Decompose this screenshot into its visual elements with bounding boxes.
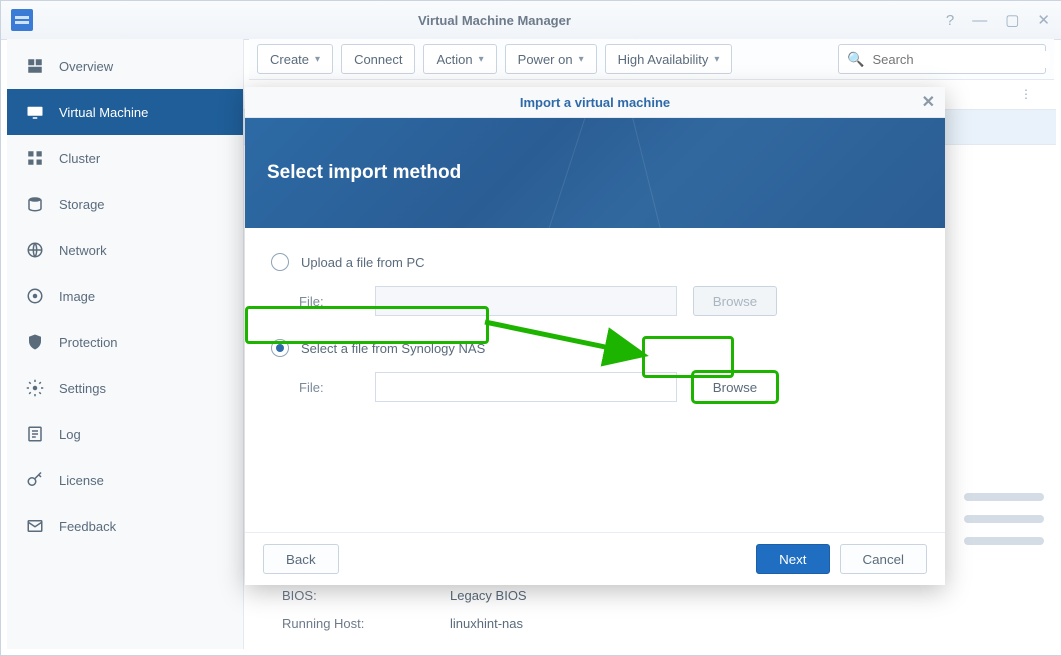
sidebar-item-feedback[interactable]: Feedback [7, 503, 243, 549]
sidebar-item-label: Protection [59, 335, 118, 350]
log-icon [25, 424, 45, 444]
sidebar-item-image[interactable]: Image [7, 273, 243, 319]
dialog-title-bar: Import a virtual machine ✕ [245, 87, 945, 118]
file-row-nas: File: Browse [299, 372, 919, 402]
sidebar-item-label: Log [59, 427, 81, 442]
vm-icon [25, 102, 45, 122]
sidebar-item-label: Storage [59, 197, 105, 212]
sidebar-item-cluster[interactable]: Cluster [7, 135, 243, 181]
radio-unchecked-icon[interactable] [271, 253, 289, 271]
search-box[interactable]: 🔍 [838, 44, 1046, 74]
sidebar-item-label: Settings [59, 381, 106, 396]
running-host-value: linuxhint-nas [450, 616, 523, 631]
search-input[interactable] [870, 51, 1050, 68]
option-label: Select a file from Synology NAS [301, 341, 485, 356]
dialog-footer: Back Next Cancel [245, 532, 945, 585]
window-controls: ? — ▢ ✕ [946, 11, 1050, 29]
vm-status-bars [964, 479, 1044, 559]
browse-nas-button[interactable]: Browse [693, 372, 777, 402]
shield-icon [25, 332, 45, 352]
search-icon: 🔍 [847, 51, 864, 68]
sidebar-item-label: Feedback [59, 519, 116, 534]
power-on-button[interactable]: Power on ▾ [505, 44, 597, 74]
button-label: Power on [518, 52, 573, 67]
app-window: Virtual Machine Manager ? — ▢ ✕ Overview… [0, 0, 1061, 656]
image-icon [25, 286, 45, 306]
dialog-close-button[interactable]: ✕ [922, 92, 935, 112]
sidebar-item-overview[interactable]: Overview [7, 43, 243, 89]
sidebar-item-label: Cluster [59, 151, 100, 166]
browse-pc-button: Browse [693, 286, 777, 316]
create-button[interactable]: Create ▾ [257, 44, 333, 74]
network-icon [25, 240, 45, 260]
running-host-label: Running Host: [282, 616, 450, 631]
file-input-pc [375, 286, 677, 316]
option-select-from-nas[interactable]: Select a file from Synology NAS [271, 334, 919, 362]
sidebar-item-label: Network [59, 243, 107, 258]
sidebar-item-label: Overview [59, 59, 113, 74]
dialog-heading: Select import method [267, 162, 461, 184]
table-more-button[interactable]: ⋮ [1014, 87, 1038, 101]
sidebar-item-label: Virtual Machine [59, 105, 148, 120]
mail-icon [25, 516, 45, 536]
action-button[interactable]: Action ▾ [423, 44, 496, 74]
button-label: Action [436, 52, 472, 67]
sidebar-item-settings[interactable]: Settings [7, 365, 243, 411]
dialog-title: Import a virtual machine [520, 95, 670, 110]
back-button[interactable]: Back [263, 544, 339, 574]
bios-value: Legacy BIOS [450, 588, 527, 603]
help-button[interactable]: ? [946, 12, 954, 29]
title-bar: Virtual Machine Manager ? — ▢ ✕ [1, 1, 1061, 40]
toolbar: Create ▾ Connect Action ▾ Power on ▾ High A… [249, 39, 1054, 80]
bios-label: BIOS: [282, 588, 450, 603]
file-label: File: [299, 380, 359, 395]
high-availability-button[interactable]: High Availability ▾ [605, 44, 733, 74]
key-icon [25, 470, 45, 490]
sidebar-item-network[interactable]: Network [7, 227, 243, 273]
file-label: File: [299, 294, 359, 309]
import-vm-dialog: Import a virtual machine ✕ Select import… [245, 87, 945, 585]
sidebar-item-protection[interactable]: Protection [7, 319, 243, 365]
sidebar-item-log[interactable]: Log [7, 411, 243, 457]
sidebar: Overview Virtual Machine Cluster Storage… [7, 39, 244, 649]
caret-icon: ▾ [579, 54, 584, 65]
file-row-pc: File: Browse [299, 286, 919, 316]
button-label: High Availability [618, 52, 709, 67]
cancel-button[interactable]: Cancel [840, 544, 928, 574]
button-label: Create [270, 52, 309, 67]
sidebar-item-storage[interactable]: Storage [7, 181, 243, 227]
cluster-icon [25, 148, 45, 168]
dialog-body: Upload a file from PC File: Browse Selec… [245, 228, 945, 532]
sidebar-item-license[interactable]: License [7, 457, 243, 503]
dialog-banner: Select import method [245, 118, 945, 228]
vm-details: BIOS: Legacy BIOS Running Host: linuxhin… [282, 581, 1044, 637]
maximize-button[interactable]: ▢ [1005, 11, 1019, 29]
connect-button[interactable]: Connect [341, 44, 415, 74]
dashboard-icon [25, 56, 45, 76]
close-window-button[interactable]: ✕ [1037, 11, 1050, 29]
window-title: Virtual Machine Manager [43, 13, 946, 28]
option-upload-from-pc[interactable]: Upload a file from PC [271, 248, 919, 276]
caret-icon: ▾ [714, 54, 719, 65]
sidebar-item-label: Image [59, 289, 95, 304]
option-label: Upload a file from PC [301, 255, 425, 270]
button-label: Connect [354, 52, 402, 67]
storage-icon [25, 194, 45, 214]
gear-icon [25, 378, 45, 398]
app-icon [11, 9, 33, 31]
file-input-nas[interactable] [375, 372, 677, 402]
next-button[interactable]: Next [756, 544, 829, 574]
sidebar-item-label: License [59, 473, 104, 488]
radio-checked-icon[interactable] [271, 339, 289, 357]
minimize-button[interactable]: — [972, 12, 987, 29]
caret-icon: ▾ [479, 54, 484, 65]
caret-icon: ▾ [315, 54, 320, 65]
sidebar-item-virtual-machine[interactable]: Virtual Machine [7, 89, 243, 135]
